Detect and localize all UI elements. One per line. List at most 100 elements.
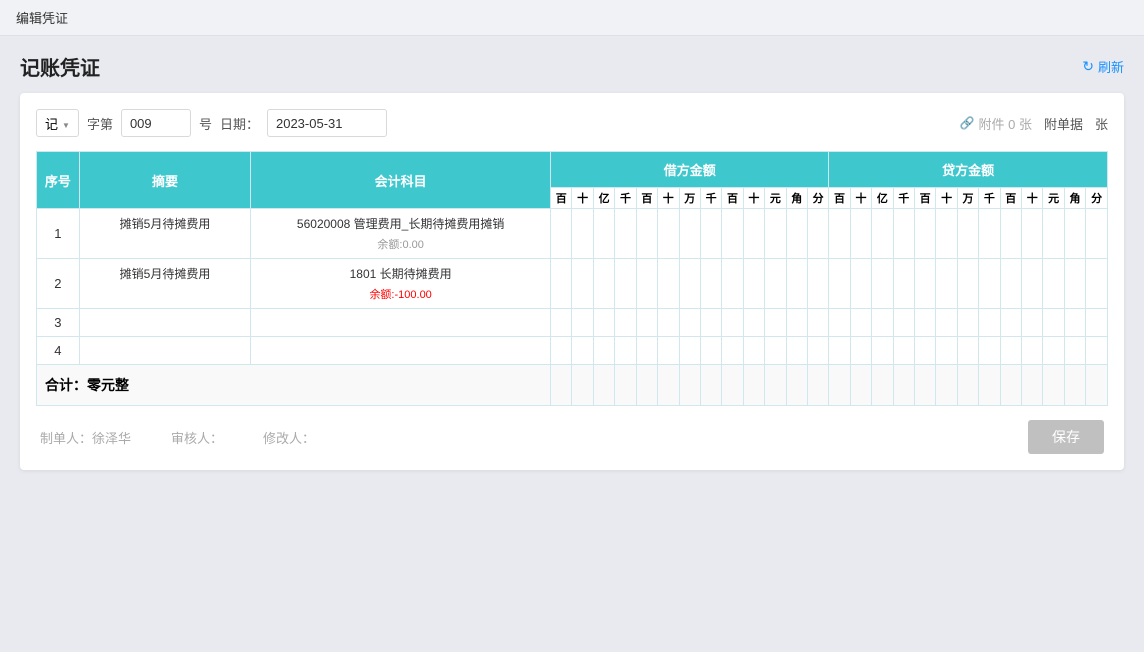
credit-d10[interactable] (1022, 337, 1043, 365)
debit-d12[interactable] (786, 209, 807, 259)
credit-d11[interactable] (1043, 209, 1064, 259)
credit-d6[interactable] (936, 259, 957, 309)
voucher-number-input[interactable] (121, 109, 191, 137)
debit-d4[interactable] (615, 309, 636, 337)
debit-d13[interactable] (807, 209, 828, 259)
debit-d13[interactable] (807, 337, 828, 365)
debit-d6[interactable] (658, 209, 679, 259)
debit-d8[interactable] (700, 259, 721, 309)
credit-d4[interactable] (893, 209, 914, 259)
debit-d2[interactable] (572, 209, 593, 259)
row-account[interactable]: 1801 长期待摊费用 余额:-100.00 (251, 259, 551, 309)
credit-d2[interactable] (850, 337, 871, 365)
debit-d12[interactable] (786, 309, 807, 337)
debit-d11[interactable] (765, 259, 786, 309)
credit-d5[interactable] (914, 309, 935, 337)
debit-d2[interactable] (572, 309, 593, 337)
debit-d5[interactable] (636, 337, 657, 365)
credit-d5[interactable] (914, 259, 935, 309)
credit-d6[interactable] (936, 337, 957, 365)
debit-d13[interactable] (807, 309, 828, 337)
debit-d11[interactable] (765, 209, 786, 259)
credit-d13[interactable] (1086, 209, 1108, 259)
row-account[interactable] (251, 309, 551, 337)
credit-d8[interactable] (979, 337, 1000, 365)
credit-d9[interactable] (1000, 209, 1021, 259)
credit-d1[interactable] (829, 309, 850, 337)
debit-d10[interactable] (743, 259, 764, 309)
debit-d10[interactable] (743, 209, 764, 259)
credit-d1[interactable] (829, 337, 850, 365)
debit-d2[interactable] (572, 259, 593, 309)
row-account[interactable]: 56020008 管理费用_长期待摊费用摊销 余额:0.00 (251, 209, 551, 259)
debit-d13[interactable] (807, 259, 828, 309)
debit-d11[interactable] (765, 309, 786, 337)
credit-d8[interactable] (979, 209, 1000, 259)
credit-d1[interactable] (829, 209, 850, 259)
attach-link[interactable]: 🔗 附件 0 张 (960, 114, 1032, 133)
debit-d4[interactable] (615, 337, 636, 365)
credit-d10[interactable] (1022, 209, 1043, 259)
credit-d13[interactable] (1086, 259, 1108, 309)
debit-d8[interactable] (700, 209, 721, 259)
credit-d4[interactable] (893, 259, 914, 309)
credit-d1[interactable] (829, 259, 850, 309)
credit-d6[interactable] (936, 309, 957, 337)
credit-d12[interactable] (1064, 259, 1085, 309)
debit-d9[interactable] (722, 259, 743, 309)
credit-d7[interactable] (957, 259, 978, 309)
debit-d3[interactable] (593, 309, 614, 337)
debit-d2[interactable] (572, 337, 593, 365)
debit-d12[interactable] (786, 259, 807, 309)
credit-d8[interactable] (979, 309, 1000, 337)
debit-d9[interactable] (722, 309, 743, 337)
credit-d3[interactable] (872, 309, 893, 337)
credit-d4[interactable] (893, 337, 914, 365)
debit-d7[interactable] (679, 337, 700, 365)
debit-d10[interactable] (743, 309, 764, 337)
debit-d7[interactable] (679, 309, 700, 337)
debit-d1[interactable] (551, 309, 572, 337)
debit-d8[interactable] (700, 309, 721, 337)
credit-d13[interactable] (1086, 309, 1108, 337)
debit-d3[interactable] (593, 259, 614, 309)
debit-d4[interactable] (615, 209, 636, 259)
row-summary[interactable] (79, 337, 250, 365)
row-summary[interactable]: 摊销5月待摊费用 (79, 259, 250, 309)
credit-d4[interactable] (893, 309, 914, 337)
debit-d6[interactable] (658, 309, 679, 337)
credit-d9[interactable] (1000, 259, 1021, 309)
credit-d2[interactable] (850, 259, 871, 309)
credit-d9[interactable] (1000, 309, 1021, 337)
debit-d5[interactable] (636, 259, 657, 309)
row-account[interactable] (251, 337, 551, 365)
row-summary[interactable]: 摊销5月待摊费用 (79, 209, 250, 259)
debit-d9[interactable] (722, 337, 743, 365)
debit-d1[interactable] (551, 259, 572, 309)
debit-d12[interactable] (786, 337, 807, 365)
voucher-type-dropdown[interactable]: 记 (36, 109, 79, 137)
debit-d9[interactable] (722, 209, 743, 259)
credit-d12[interactable] (1064, 209, 1085, 259)
debit-d3[interactable] (593, 209, 614, 259)
credit-d5[interactable] (914, 209, 935, 259)
debit-d7[interactable] (679, 259, 700, 309)
debit-d8[interactable] (700, 337, 721, 365)
save-button[interactable]: 保存 (1028, 420, 1104, 454)
credit-d13[interactable] (1086, 337, 1108, 365)
credit-d10[interactable] (1022, 309, 1043, 337)
credit-d3[interactable] (872, 209, 893, 259)
debit-d6[interactable] (658, 259, 679, 309)
credit-d11[interactable] (1043, 259, 1064, 309)
date-input[interactable] (267, 109, 387, 137)
debit-d7[interactable] (679, 209, 700, 259)
debit-d1[interactable] (551, 337, 572, 365)
debit-d1[interactable] (551, 209, 572, 259)
credit-d11[interactable] (1043, 309, 1064, 337)
credit-d3[interactable] (872, 337, 893, 365)
debit-d11[interactable] (765, 337, 786, 365)
credit-d2[interactable] (850, 209, 871, 259)
debit-d3[interactable] (593, 337, 614, 365)
credit-d5[interactable] (914, 337, 935, 365)
credit-d9[interactable] (1000, 337, 1021, 365)
